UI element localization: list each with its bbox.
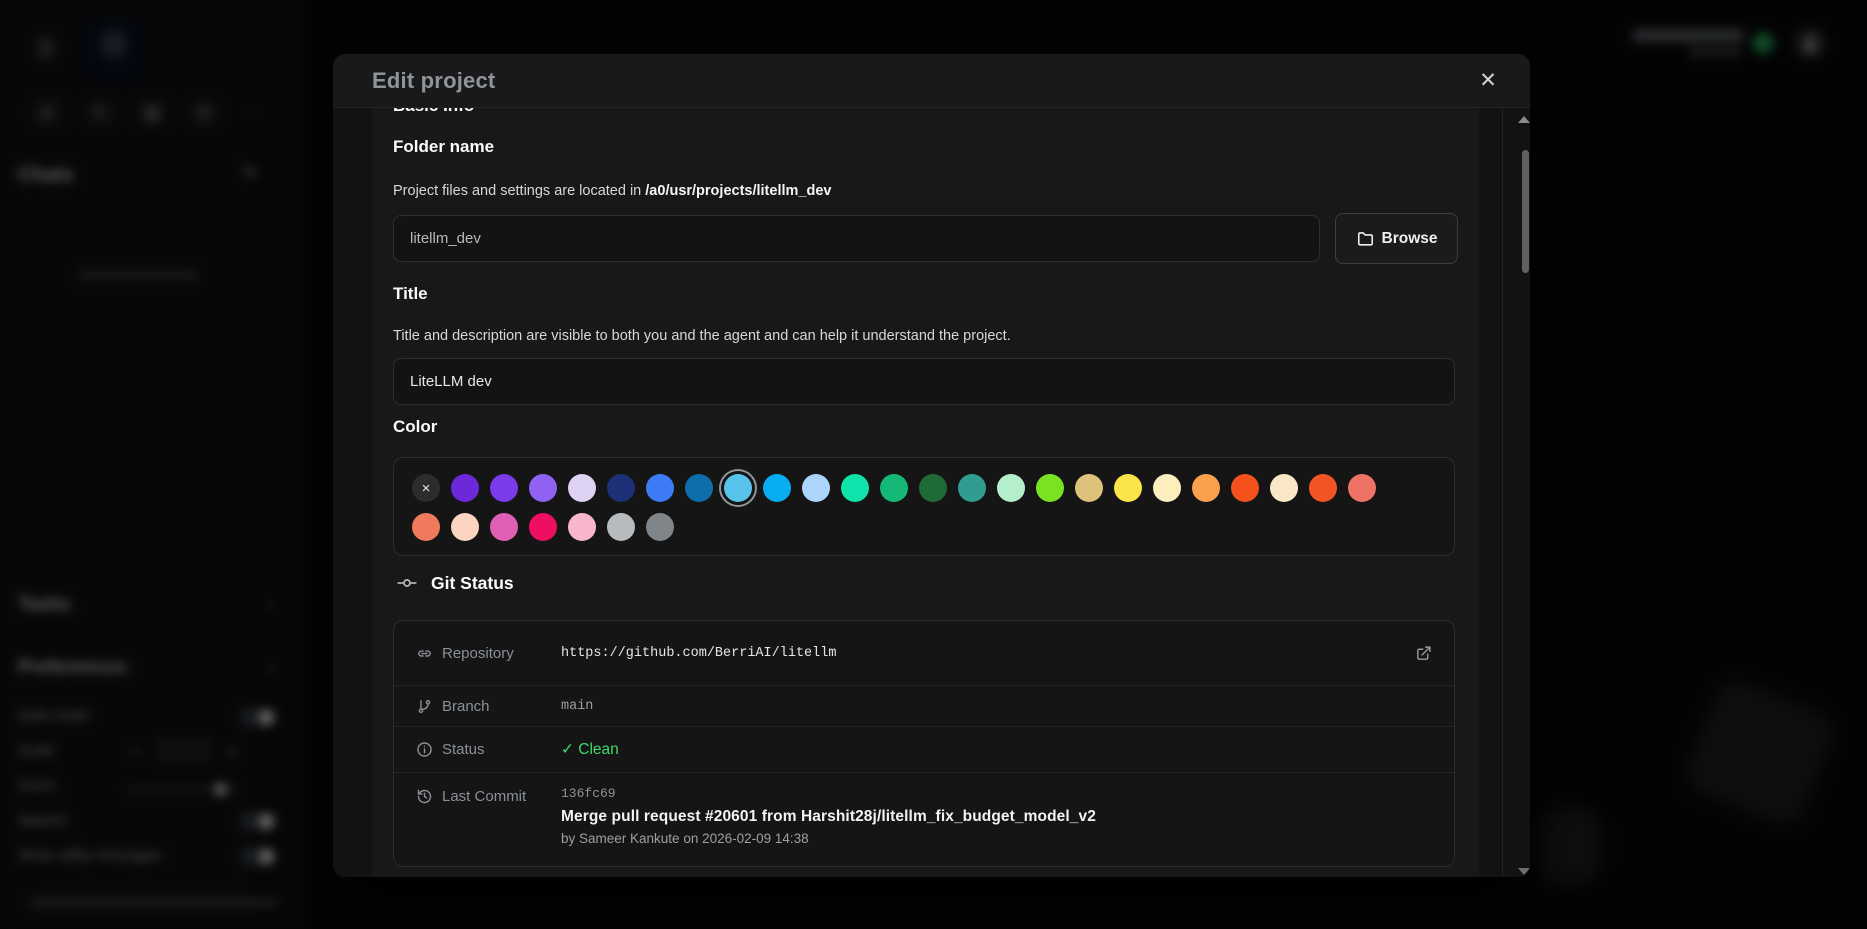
git-last-commit-row: Last Commit 136fc69 Merge pull request #… — [394, 772, 1454, 865]
color-swatch-coral[interactable] — [412, 513, 440, 541]
basic-info-heading-clipped: Basic Info — [393, 108, 474, 117]
color-swatch-navy[interactable] — [607, 474, 635, 502]
folder-name-label: Folder name — [393, 137, 494, 157]
color-swatch-none[interactable]: × — [412, 474, 440, 502]
color-swatch-teal[interactable] — [958, 474, 986, 502]
scrollbar-thumb[interactable] — [1522, 150, 1529, 273]
modal-left-gutter — [333, 108, 372, 877]
color-swatch-violet[interactable] — [490, 474, 518, 502]
branch-label: Branch — [442, 698, 490, 715]
repository-label: Repository — [442, 645, 514, 662]
browse-button[interactable]: Browse — [1335, 213, 1458, 264]
color-swatch-lavender[interactable] — [568, 474, 596, 502]
color-swatch-pink[interactable] — [568, 513, 596, 541]
close-icon[interactable]: ✕ — [1476, 69, 1500, 93]
title-label: Title — [393, 284, 428, 304]
scroll-up-arrow[interactable] — [1518, 116, 1530, 123]
color-label: Color — [393, 417, 437, 437]
color-swatch-salmon[interactable] — [1348, 474, 1376, 502]
modal-scrollbar — [1479, 108, 1530, 877]
git-status-heading: Git Status — [396, 572, 514, 594]
color-swatch-emerald[interactable] — [880, 474, 908, 502]
color-swatch-orchid[interactable] — [490, 513, 518, 541]
folder-desc-prefix: Project files and settings are located i… — [393, 183, 645, 199]
edit-project-modal: Edit project ✕ Basic Info Folder name Pr… — [333, 54, 1530, 877]
commit-hash: 136fc69 — [561, 786, 1096, 801]
color-swatch-cyan[interactable] — [763, 474, 791, 502]
color-swatch-steel-blue[interactable] — [685, 474, 713, 502]
branch-name: main — [561, 699, 593, 714]
color-swatch-tan[interactable] — [1075, 474, 1103, 502]
git-status-row: Status ✓ Clean — [394, 726, 1454, 772]
color-swatch-vermilion[interactable] — [1231, 474, 1259, 502]
folder-icon — [1356, 229, 1375, 248]
color-swatch-peach[interactable] — [1270, 474, 1298, 502]
color-swatch-cream[interactable] — [1153, 474, 1181, 502]
color-swatch-silver[interactable] — [607, 513, 635, 541]
modal-scroll-panel: Basic Info Folder name Project files and… — [372, 108, 1479, 877]
color-swatch-tomato[interactable] — [1309, 474, 1337, 502]
modal-title: Edit project — [372, 68, 495, 94]
scrollbar-track-divider — [1502, 108, 1503, 877]
title-input[interactable] — [393, 358, 1455, 405]
folder-name-description: Project files and settings are located i… — [393, 183, 831, 199]
history-icon — [416, 788, 433, 805]
external-link-icon[interactable] — [1415, 645, 1432, 662]
git-status-heading-text: Git Status — [431, 573, 514, 594]
color-swatch-rose[interactable] — [529, 513, 557, 541]
info-icon — [416, 741, 433, 758]
git-commit-icon — [396, 572, 418, 594]
git-repository-row: Repository https://github.com/BerriAI/li… — [394, 621, 1454, 685]
color-swatch-turquoise[interactable] — [841, 474, 869, 502]
swatch-row-1: × — [412, 474, 1454, 502]
color-swatch-light-blue[interactable] — [802, 474, 830, 502]
color-swatch-blue[interactable] — [646, 474, 674, 502]
last-commit-label: Last Commit — [442, 788, 526, 805]
commit-message: Merge pull request #20601 from Harshit28… — [561, 808, 1096, 826]
modal-header: Edit project ✕ — [333, 54, 1530, 108]
color-swatch-orange[interactable] — [1192, 474, 1220, 502]
title-description: Title and description are visible to bot… — [393, 328, 1011, 344]
browse-label: Browse — [1382, 230, 1438, 248]
color-swatch-peach-pink[interactable] — [451, 513, 479, 541]
folder-desc-path: /a0/usr/projects/litellm_dev — [645, 183, 831, 199]
color-swatch-sky-blue[interactable] — [724, 474, 752, 502]
color-swatch-purple[interactable] — [451, 474, 479, 502]
color-swatch-medium-purple[interactable] — [529, 474, 557, 502]
swatch-row-2 — [412, 513, 1454, 541]
folder-name-input[interactable] — [393, 215, 1320, 262]
color-swatch-forest-green[interactable] — [919, 474, 947, 502]
scroll-down-arrow[interactable] — [1518, 868, 1530, 875]
status-clean-value: ✓ Clean — [561, 740, 619, 759]
status-label: Status — [442, 741, 485, 758]
link-icon — [416, 645, 433, 662]
color-swatch-mint[interactable] — [997, 474, 1025, 502]
git-branch-row: Branch main — [394, 685, 1454, 726]
branch-icon — [416, 698, 433, 715]
color-swatch-panel: × — [393, 457, 1455, 556]
repository-url: https://github.com/BerriAI/litellm — [561, 646, 836, 661]
color-swatch-gray[interactable] — [646, 513, 674, 541]
git-status-panel: Repository https://github.com/BerriAI/li… — [393, 620, 1455, 867]
color-swatch-lime[interactable] — [1036, 474, 1064, 502]
commit-byline: by Sameer Kankute on 2026-02-09 14:38 — [561, 831, 1096, 846]
color-swatch-yellow[interactable] — [1114, 474, 1142, 502]
